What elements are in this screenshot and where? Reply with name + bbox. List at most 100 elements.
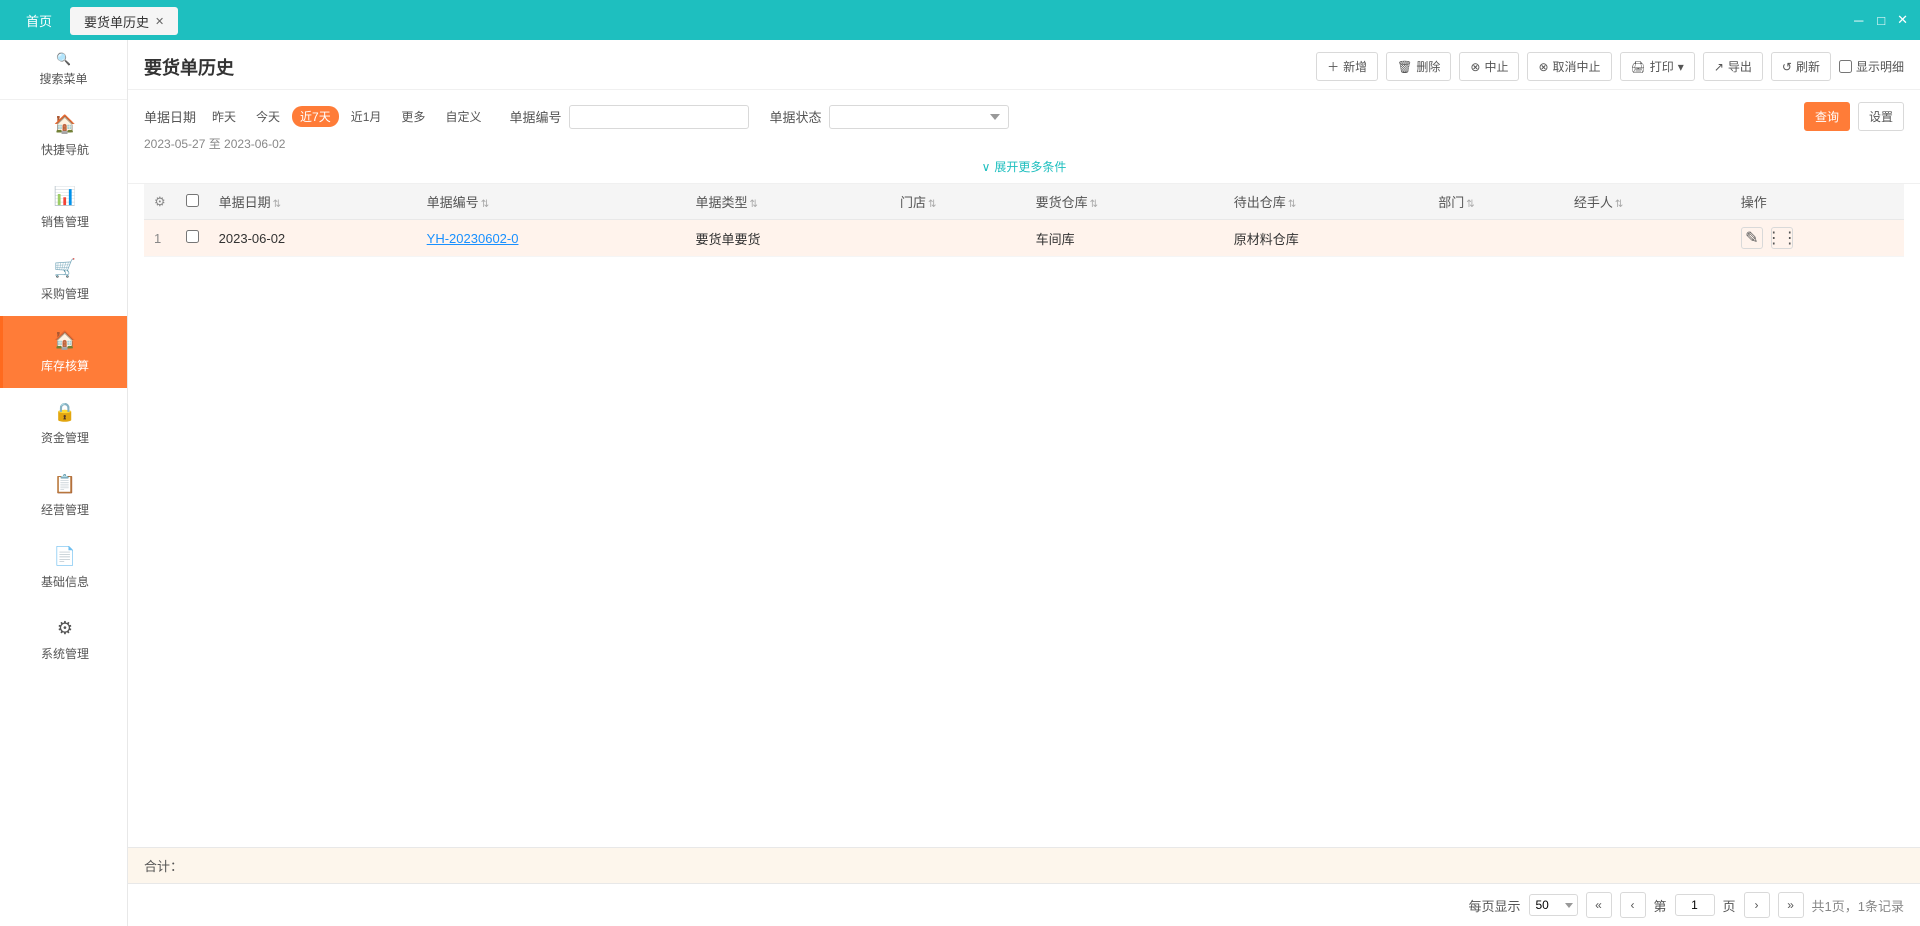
sidebar-item-sales-label: 销售管理	[41, 213, 89, 230]
table-checkbox-header[interactable]	[176, 184, 209, 220]
quick-nav-icon: 🏠	[54, 114, 76, 135]
col-req-warehouse: 要货仓库⇅	[1026, 184, 1224, 220]
page-header: 要货单历史 ＋ 新增 🗑 删除 ⊗ 中止 ⊗ 取消中止	[128, 40, 1920, 90]
sidebar-item-finance[interactable]: 🔒 资金管理	[0, 388, 127, 460]
new-button[interactable]: ＋ 新增	[1316, 52, 1378, 81]
col-doc-number: 单据编号⇅	[417, 184, 686, 220]
delete-button[interactable]: 🗑 删除	[1386, 52, 1451, 81]
status-select[interactable]	[829, 105, 1009, 129]
tab-requisition-history[interactable]: 要货单历史 ✕	[70, 7, 178, 35]
shortcut-custom[interactable]: 自定义	[437, 106, 489, 127]
row-req-warehouse: 车间库	[1026, 220, 1224, 257]
expand-more-btn[interactable]: ∨ 展开更多条件	[144, 158, 1904, 175]
display-detail-checkbox[interactable]	[1839, 60, 1852, 73]
doc-number-filter-group: 单据编号	[509, 105, 749, 129]
doc-number-link[interactable]: YH-20230602-0	[427, 231, 519, 246]
expand-more-icon: ∨	[982, 160, 991, 174]
date-filter-group: 单据日期 昨天 今天 近7天 近1月 更多 自定义	[144, 106, 489, 127]
sidebar: 🔍 搜索菜单 🏠 快捷导航 📊 销售管理 🛒 采购管理 🏠 库存核算 🔒 资金管…	[0, 40, 128, 926]
pagination: 每页显示 50 10 20 100 « ‹ 第 页 › » 共1页，1条记录	[128, 883, 1920, 926]
data-table: ⚙ 单据日期⇅ 单据编号⇅ 单据类型⇅ 门店⇅ 要货仓库⇅ 待出仓库⇅ 部门⇅ …	[144, 184, 1904, 257]
sidebar-item-quick-nav[interactable]: 🏠 快捷导航	[0, 100, 127, 172]
query-button[interactable]: 查询	[1804, 102, 1850, 131]
select-all-checkbox[interactable]	[186, 194, 199, 207]
table-header-row: ⚙ 单据日期⇅ 单据编号⇅ 单据类型⇅ 门店⇅ 要货仓库⇅ 待出仓库⇅ 部门⇅ …	[144, 184, 1904, 220]
req-warehouse-sort-icon[interactable]: ⇅	[1090, 199, 1098, 210]
sidebar-item-sales[interactable]: 📊 销售管理	[0, 172, 127, 244]
basic-info-icon: 📄	[54, 546, 76, 567]
row-date: 2023-06-02	[209, 220, 417, 257]
display-detail-toggle[interactable]: 显示明细	[1839, 58, 1904, 75]
maximize-icon[interactable]: □	[1877, 13, 1885, 28]
shortcut-1month[interactable]: 近1月	[343, 106, 390, 127]
row-store	[890, 220, 1026, 257]
doc-number-sort-icon[interactable]: ⇅	[481, 199, 489, 210]
top-bar: 首页 要货单历史 ✕ － □ ✕	[0, 0, 1920, 40]
page-label: 页	[1723, 896, 1736, 915]
row-doc-number: YH-20230602-0	[417, 220, 686, 257]
new-icon: ＋	[1327, 58, 1339, 75]
minimize-icon[interactable]: －	[1852, 11, 1865, 30]
last-page-btn[interactable]: »	[1778, 892, 1804, 918]
row-more-icon[interactable]: ⋮⋮	[1771, 227, 1793, 249]
pending-warehouse-sort-icon[interactable]: ⇅	[1288, 199, 1296, 210]
per-page-select[interactable]: 50 10 20 100	[1529, 894, 1578, 916]
next-page-btn[interactable]: ›	[1744, 892, 1770, 918]
date-shortcuts: 昨天 今天 近7天 近1月 更多 自定义	[204, 106, 489, 127]
cancel-stop-button[interactable]: ⊗ 取消中止	[1527, 52, 1611, 81]
print-button[interactable]: 🖨 打印 ▾	[1620, 52, 1695, 81]
sales-icon: 📊	[54, 186, 76, 207]
handler-sort-icon[interactable]: ⇅	[1615, 199, 1623, 210]
window-close-icon[interactable]: ✕	[1897, 12, 1908, 28]
col-dept: 部门⇅	[1428, 184, 1564, 220]
shortcut-today[interactable]: 今天	[248, 106, 288, 127]
settings-label: 设置	[1869, 108, 1893, 125]
stop-label: 中止	[1484, 58, 1508, 75]
doc-number-input[interactable]	[569, 105, 749, 129]
tab-home[interactable]: 首页	[12, 5, 66, 35]
query-label: 查询	[1815, 108, 1839, 125]
sidebar-item-inventory[interactable]: 🏠 库存核算	[0, 316, 127, 388]
settings-button[interactable]: 设置	[1858, 102, 1904, 131]
header-actions: ＋ 新增 🗑 删除 ⊗ 中止 ⊗ 取消中止 🖨 打印	[1316, 52, 1904, 81]
date-filter-label: 单据日期	[144, 107, 196, 126]
date-sort-icon[interactable]: ⇅	[273, 199, 281, 210]
close-tab-icon[interactable]: ✕	[155, 15, 164, 28]
row-checkbox-cell[interactable]	[176, 220, 209, 257]
shortcut-yesterday[interactable]: 昨天	[204, 106, 244, 127]
sidebar-item-system[interactable]: ⚙ 系统管理	[0, 604, 127, 676]
delete-label: 删除	[1416, 58, 1440, 75]
sidebar-item-purchase-label: 采购管理	[41, 285, 89, 302]
total-label: 合计：	[144, 859, 183, 874]
date-range-display: 2023-05-27 至 2023-06-02	[144, 137, 285, 151]
export-button[interactable]: ↗ 导出	[1703, 52, 1763, 81]
sidebar-search-item[interactable]: 🔍 搜索菜单	[0, 40, 127, 100]
dept-sort-icon[interactable]: ⇅	[1466, 199, 1474, 210]
prev-page-btn[interactable]: ‹	[1620, 892, 1646, 918]
col-handler: 经手人⇅	[1564, 184, 1731, 220]
refresh-button[interactable]: ↺ 刷新	[1771, 52, 1831, 81]
doc-type-sort-icon[interactable]: ⇅	[750, 199, 758, 210]
table-settings-icon[interactable]: ⚙	[144, 184, 176, 220]
requisition-tab-label: 要货单历史	[84, 12, 149, 31]
page-input[interactable]	[1675, 894, 1715, 916]
sidebar-item-operations[interactable]: 📋 经营管理	[0, 460, 127, 532]
total-info: 共1页，1条记录	[1812, 896, 1904, 915]
export-label: 导出	[1728, 58, 1752, 75]
row-pending-warehouse: 原材料仓库	[1224, 220, 1428, 257]
stop-button[interactable]: ⊗ 中止	[1459, 52, 1519, 81]
table-row: 1 2023-06-02 YH-20230602-0 要货单要货 车间库 原材料…	[144, 220, 1904, 257]
first-page-btn[interactable]: «	[1586, 892, 1612, 918]
refresh-icon: ↺	[1782, 60, 1792, 74]
store-sort-icon[interactable]: ⇅	[928, 199, 936, 210]
sidebar-item-purchase[interactable]: 🛒 采购管理	[0, 244, 127, 316]
delete-icon: 🗑	[1397, 60, 1412, 74]
row-checkbox[interactable]	[186, 230, 199, 243]
sidebar-item-basic-info[interactable]: 📄 基础信息	[0, 532, 127, 604]
col-pending-warehouse: 待出仓库⇅	[1224, 184, 1428, 220]
row-edit-icon[interactable]: ✎	[1741, 227, 1763, 249]
shortcut-7days[interactable]: 近7天	[292, 106, 339, 127]
sidebar-item-finance-label: 资金管理	[41, 429, 89, 446]
finance-icon: 🔒	[54, 402, 76, 423]
shortcut-more[interactable]: 更多	[393, 106, 433, 127]
